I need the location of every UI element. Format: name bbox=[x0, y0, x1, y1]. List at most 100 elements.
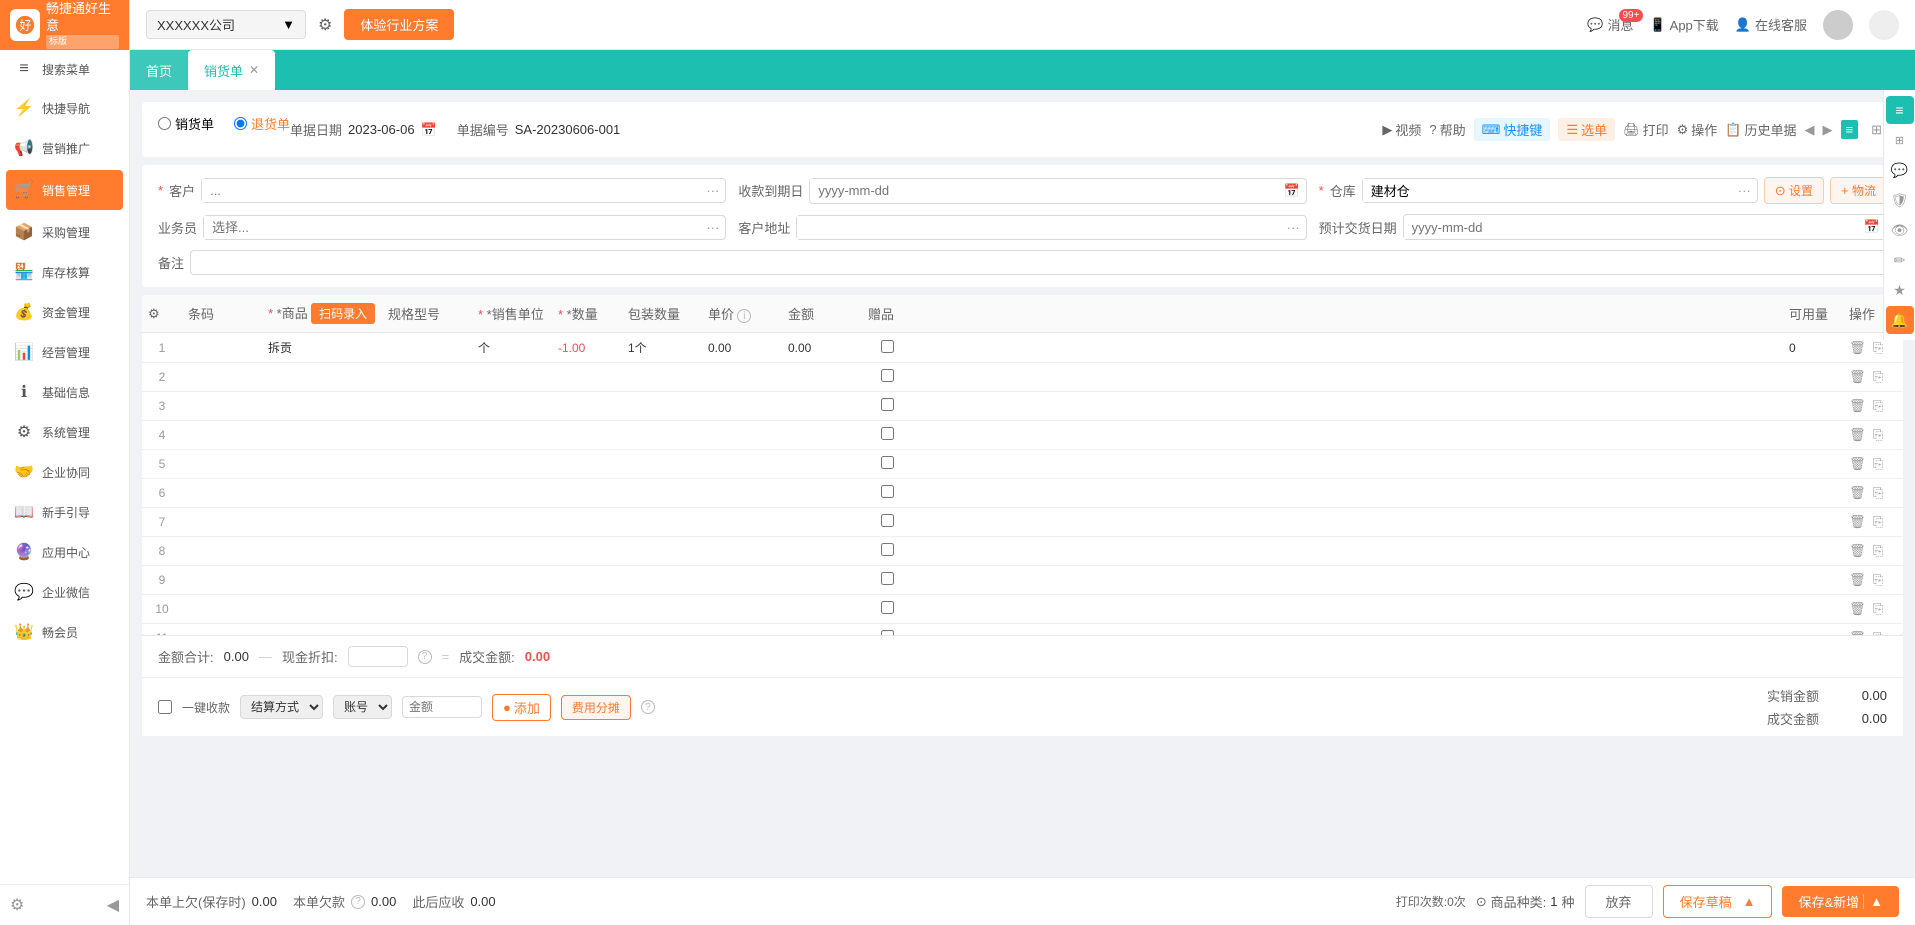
delete-row-3[interactable]: 🗑 bbox=[1849, 427, 1866, 442]
right-tool-edit[interactable]: ✏ bbox=[1886, 246, 1914, 274]
row-qty-3[interactable] bbox=[552, 421, 622, 450]
row-goods-2[interactable] bbox=[262, 392, 382, 421]
remarks-input[interactable] bbox=[190, 250, 1887, 275]
row-gift-9[interactable] bbox=[862, 595, 912, 624]
row-spec-8[interactable] bbox=[382, 566, 472, 595]
row-unit-2[interactable] bbox=[472, 392, 552, 421]
expense-info-icon[interactable]: ? bbox=[641, 700, 655, 714]
row-amount-1[interactable] bbox=[782, 363, 862, 392]
online-service-btn[interactable]: 👤 在线客服 bbox=[1735, 15, 1807, 34]
delete-row-10[interactable]: 🗑 bbox=[1849, 630, 1866, 635]
barcode-input-10[interactable] bbox=[188, 631, 256, 635]
payment-amount-input[interactable] bbox=[402, 696, 482, 718]
row-amount-2[interactable] bbox=[782, 392, 862, 421]
discount-input[interactable] bbox=[348, 646, 408, 667]
sidebar-item-apps[interactable]: 🔮 应用中心 bbox=[0, 532, 129, 572]
row-barcode-5[interactable] bbox=[182, 479, 262, 508]
right-tool-list[interactable]: ≡ bbox=[1886, 96, 1914, 124]
row-remark-2[interactable] bbox=[912, 392, 1783, 421]
row-remark-4[interactable] bbox=[912, 450, 1783, 479]
delete-row-9[interactable]: 🗑 bbox=[1849, 601, 1866, 616]
row-amount-5[interactable] bbox=[782, 479, 862, 508]
gift-checkbox-10[interactable] bbox=[881, 630, 894, 635]
row-amount-8[interactable] bbox=[782, 566, 862, 595]
video-btn[interactable]: ▶ 视频 bbox=[1382, 120, 1421, 139]
help-btn[interactable]: ? 帮助 bbox=[1429, 120, 1465, 139]
delete-row-4[interactable]: 🗑 bbox=[1849, 456, 1866, 471]
gift-checkbox-3[interactable] bbox=[881, 427, 894, 440]
header-settings-btn[interactable]: ⚙ bbox=[318, 15, 332, 35]
calendar-icon[interactable]: 📅 bbox=[421, 122, 437, 138]
sidebar-item-quicknav[interactable]: ⚡ 快捷导航 bbox=[0, 88, 129, 128]
row-gift-10[interactable] bbox=[862, 624, 912, 636]
row-gift-1[interactable] bbox=[862, 363, 912, 392]
row-price-2[interactable] bbox=[702, 392, 782, 421]
row-gift-6[interactable] bbox=[862, 508, 912, 537]
row-spec-5[interactable] bbox=[382, 479, 472, 508]
user-avatar-2[interactable] bbox=[1869, 10, 1899, 40]
row-pkg-0[interactable]: 1个 bbox=[622, 333, 702, 363]
row-remark-0[interactable] bbox=[912, 333, 1783, 363]
customer-addr-more-icon[interactable]: ··· bbox=[1281, 216, 1306, 239]
row-remark-3[interactable] bbox=[912, 421, 1783, 450]
row-qty-8[interactable] bbox=[552, 566, 622, 595]
scan-input-btn[interactable]: 扫码录入 bbox=[311, 303, 375, 324]
row-remark-1[interactable] bbox=[912, 363, 1783, 392]
row-goods-6[interactable] bbox=[262, 508, 382, 537]
row-pkg-3[interactable] bbox=[622, 421, 702, 450]
row-goods-1[interactable] bbox=[262, 363, 382, 392]
row-barcode-6[interactable] bbox=[182, 508, 262, 537]
tab-close-icon[interactable]: ✕ bbox=[249, 63, 259, 77]
sidebar-item-marketing[interactable]: 📢 营销推广 bbox=[0, 128, 129, 168]
trial-btn[interactable]: 体验行业方案 bbox=[344, 9, 454, 40]
gift-checkbox-0[interactable] bbox=[881, 340, 894, 353]
delete-row-6[interactable]: 🗑 bbox=[1849, 514, 1866, 529]
row-price-6[interactable] bbox=[702, 508, 782, 537]
copy-row-3[interactable]: ⎘ bbox=[1873, 427, 1883, 442]
customer-addr-input[interactable] bbox=[797, 216, 1280, 239]
row-barcode-1[interactable] bbox=[182, 363, 262, 392]
row-pkg-1[interactable] bbox=[622, 363, 702, 392]
sidebar-item-basic[interactable]: ℹ 基础信息 bbox=[0, 372, 129, 412]
row-amount-10[interactable] bbox=[782, 624, 862, 636]
row-gift-2[interactable] bbox=[862, 392, 912, 421]
radio-return-input[interactable] bbox=[234, 117, 247, 130]
row-remark-9[interactable] bbox=[912, 595, 1783, 624]
barcode-input-4[interactable] bbox=[188, 457, 256, 471]
row-spec-2[interactable] bbox=[382, 392, 472, 421]
sidebar-item-finance[interactable]: 💰 资金管理 bbox=[0, 292, 129, 332]
app-download-btn[interactable]: 📱 App下载 bbox=[1649, 15, 1718, 34]
sidebar-item-collab[interactable]: 🤝 企业协同 bbox=[0, 452, 129, 492]
message-btn[interactable]: 💬 消息 99+ bbox=[1587, 15, 1633, 34]
discount-info-icon[interactable]: ? bbox=[418, 650, 432, 664]
row-price-10[interactable] bbox=[702, 624, 782, 636]
row-gift-5[interactable] bbox=[862, 479, 912, 508]
delete-row-5[interactable]: 🗑 bbox=[1849, 485, 1866, 500]
col-settings-icon[interactable]: ⚙ bbox=[148, 306, 160, 321]
sidebar-item-search[interactable]: ≡ 搜索菜单 bbox=[0, 50, 129, 88]
row-remark-8[interactable] bbox=[912, 566, 1783, 595]
row-unit-5[interactable] bbox=[472, 479, 552, 508]
row-amount-0[interactable]: 0.00 bbox=[782, 333, 862, 363]
row-goods-5[interactable] bbox=[262, 479, 382, 508]
row-goods-7[interactable] bbox=[262, 537, 382, 566]
tab-home[interactable]: 首页 bbox=[130, 50, 188, 90]
row-remark-10[interactable] bbox=[912, 624, 1783, 636]
copy-row-10[interactable]: ⎘ bbox=[1873, 630, 1883, 635]
price-info-icon[interactable]: i bbox=[737, 309, 751, 323]
select-btn[interactable]: ☰ 选单 bbox=[1558, 118, 1615, 141]
gift-checkbox-7[interactable] bbox=[881, 543, 894, 556]
right-tool-star[interactable]: ★ bbox=[1886, 276, 1914, 304]
settings-btn[interactable]: ⊙ ⊙ 设置设置 bbox=[1764, 177, 1824, 204]
warehouse-input[interactable] bbox=[1363, 179, 1732, 202]
row-pkg-4[interactable] bbox=[622, 450, 702, 479]
row-gift-3[interactable] bbox=[862, 421, 912, 450]
right-tool-shield[interactable]: 🛡 bbox=[1886, 186, 1914, 214]
barcode-input-7[interactable] bbox=[188, 544, 256, 558]
row-spec-4[interactable] bbox=[382, 450, 472, 479]
copy-row-9[interactable]: ⎘ bbox=[1873, 601, 1883, 616]
row-barcode-9[interactable] bbox=[182, 595, 262, 624]
payment-method-select[interactable]: 结算方式 bbox=[240, 695, 323, 719]
payment-due-input[interactable] bbox=[810, 179, 1277, 202]
copy-row-7[interactable]: ⎘ bbox=[1873, 543, 1883, 558]
